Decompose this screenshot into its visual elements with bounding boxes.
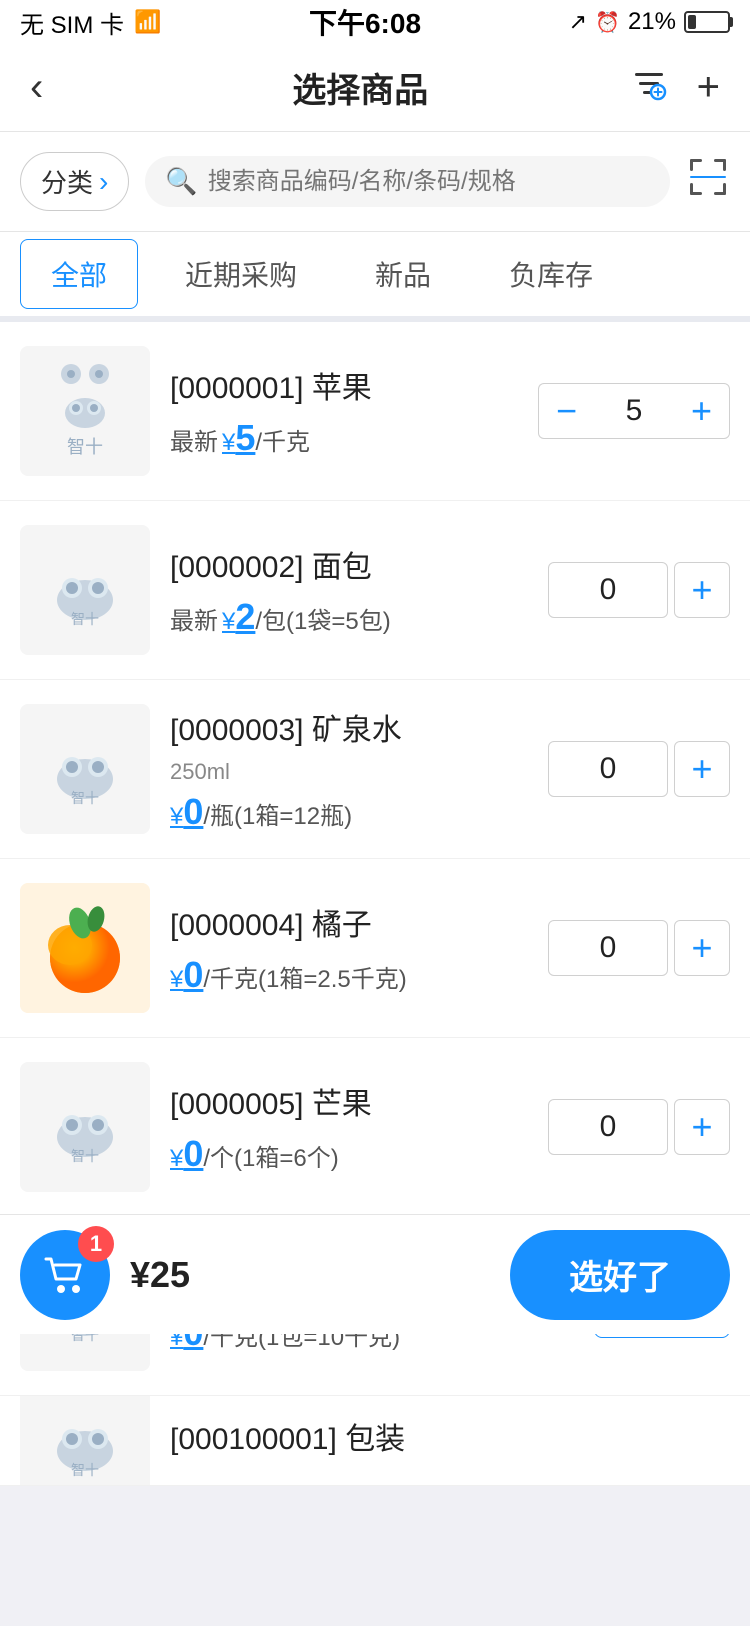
svg-text:智十: 智十 xyxy=(71,790,99,806)
product-image: 智十 xyxy=(20,1062,150,1192)
quantity-input[interactable] xyxy=(548,562,668,618)
product-spec: 250ml xyxy=(170,759,528,785)
page-title: 选择商品 xyxy=(292,63,428,112)
tab-all[interactable]: 全部 xyxy=(20,239,138,309)
product-item: 智十 [0000003] 矿泉水 250ml ¥ 0 /瓶(1箱=12瓶) + xyxy=(0,680,750,859)
tab-new[interactable]: 新品 xyxy=(344,239,462,309)
product-info: [0000002] 面包 最新 ¥ 2 /包(1袋=5包) xyxy=(170,542,528,638)
quantity-input[interactable] xyxy=(548,741,668,797)
product-info: [0000004] 橘子 ¥ 0 /千克(1箱=2.5千克) xyxy=(170,900,528,996)
increase-button[interactable]: + xyxy=(674,1099,730,1155)
product-price: ¥ 0 /千克(1箱=2.5千克) xyxy=(170,954,528,996)
increase-button[interactable]: + xyxy=(674,741,730,797)
owl-logo: 智十 xyxy=(45,550,125,630)
product-info: [0000005] 芒果 ¥ 0 /个(1箱=6个) xyxy=(170,1079,528,1175)
svg-text:智十: 智十 xyxy=(71,1462,99,1478)
quantity-control: + xyxy=(548,562,730,618)
confirm-button[interactable]: 选好了 xyxy=(510,1230,730,1320)
chevron-right-icon: › xyxy=(99,166,108,198)
category-label: 分类 xyxy=(41,163,93,200)
search-input[interactable] xyxy=(208,168,650,196)
tab-bar: 全部 近期采购 新品 负库存 xyxy=(0,232,750,322)
svg-text:智十: 智十 xyxy=(71,1148,99,1164)
product-name: [0000001] 苹果 xyxy=(170,363,518,407)
product-image: 智十 xyxy=(20,1396,150,1486)
product-image: 智十 xyxy=(20,704,150,834)
cart-badge: 1 xyxy=(78,1226,114,1262)
wifi-icon: 📶 xyxy=(134,9,161,35)
product-item: 智十 [0000001] 苹果 最新 ¥ 5 /千克 − + xyxy=(0,322,750,501)
product-info: [000100001] 包装 xyxy=(170,1414,730,1468)
status-time: 下午6:08 xyxy=(309,2,421,42)
owl-logo: 智十 xyxy=(60,364,110,459)
battery-icon xyxy=(684,11,730,33)
cart-area: 1 ¥25 xyxy=(20,1230,510,1320)
product-image-orange xyxy=(20,883,150,1013)
product-image: 智十 xyxy=(20,525,150,655)
product-item: [0000004] 橘子 ¥ 0 /千克(1箱=2.5千克) + xyxy=(0,859,750,1038)
search-input-wrap[interactable]: 🔍 xyxy=(145,156,670,207)
quantity-control: + xyxy=(548,1099,730,1155)
quantity-control: − + xyxy=(538,383,730,439)
location-icon: ↗ xyxy=(569,9,587,35)
category-button[interactable]: 分类 › xyxy=(20,152,129,211)
product-name: [0000005] 芒果 xyxy=(170,1079,528,1123)
status-right: ↗ ⏰ 21% xyxy=(569,8,730,36)
tab-recent[interactable]: 近期采购 xyxy=(154,239,328,309)
status-left: 无 SIM 卡 📶 xyxy=(20,5,161,40)
quantity-input[interactable] xyxy=(548,1099,668,1155)
quantity-control: + xyxy=(548,741,730,797)
product-info: [0000003] 矿泉水 250ml ¥ 0 /瓶(1箱=12瓶) xyxy=(170,705,528,833)
increase-button[interactable]: + xyxy=(674,383,730,439)
alarm-icon: ⏰ xyxy=(595,10,620,35)
bottom-bar: 1 ¥25 选好了 xyxy=(0,1214,750,1334)
search-icon: 🔍 xyxy=(165,166,197,197)
product-price: 最新 ¥ 2 /包(1袋=5包) xyxy=(170,596,528,638)
product-name: [0000002] 面包 xyxy=(170,542,528,586)
cart-icon-button[interactable]: 1 xyxy=(20,1230,110,1320)
product-item-partial: 智十 [000100001] 包装 xyxy=(0,1396,750,1486)
product-item: 智十 [0000002] 面包 最新 ¥ 2 /包(1袋=5包) + xyxy=(0,501,750,680)
product-item: 智十 [0000005] 芒果 ¥ 0 /个(1箱=6个) + xyxy=(0,1038,750,1217)
product-name: [0000004] 橘子 xyxy=(170,900,528,944)
add-icon[interactable]: + xyxy=(697,65,720,110)
cart-total: ¥25 xyxy=(130,1254,190,1296)
product-price: ¥ 0 /瓶(1箱=12瓶) xyxy=(170,791,528,833)
back-button[interactable]: ‹ xyxy=(30,65,90,110)
quantity-input[interactable] xyxy=(548,920,668,976)
product-name: [000100001] 包装 xyxy=(170,1414,730,1458)
carrier-label: 无 SIM 卡 xyxy=(20,5,124,40)
decrease-button[interactable]: − xyxy=(538,383,594,439)
product-info: [0000001] 苹果 最新 ¥ 5 /千克 xyxy=(170,363,518,459)
filter-icon[interactable] xyxy=(631,65,667,110)
quantity-input[interactable] xyxy=(594,383,674,439)
battery-percent: 21% xyxy=(628,8,676,36)
tab-negative[interactable]: 负库存 xyxy=(478,239,624,309)
increase-button[interactable]: + xyxy=(674,562,730,618)
nav-actions: + xyxy=(631,65,720,110)
search-bar: 分类 › 🔍 xyxy=(0,132,750,232)
product-image: 智十 xyxy=(20,346,150,476)
quantity-control: + xyxy=(548,920,730,976)
product-price: 最新 ¥ 5 /千克 xyxy=(170,417,518,459)
increase-button[interactable]: + xyxy=(674,920,730,976)
svg-text:智十: 智十 xyxy=(71,611,99,627)
product-price: ¥ 0 /个(1箱=6个) xyxy=(170,1133,528,1175)
status-bar: 无 SIM 卡 📶 下午6:08 ↗ ⏰ 21% xyxy=(0,0,750,44)
product-name: [0000003] 矿泉水 xyxy=(170,705,528,749)
scan-icon[interactable] xyxy=(686,155,730,208)
nav-bar: ‹ 选择商品 + xyxy=(0,44,750,132)
